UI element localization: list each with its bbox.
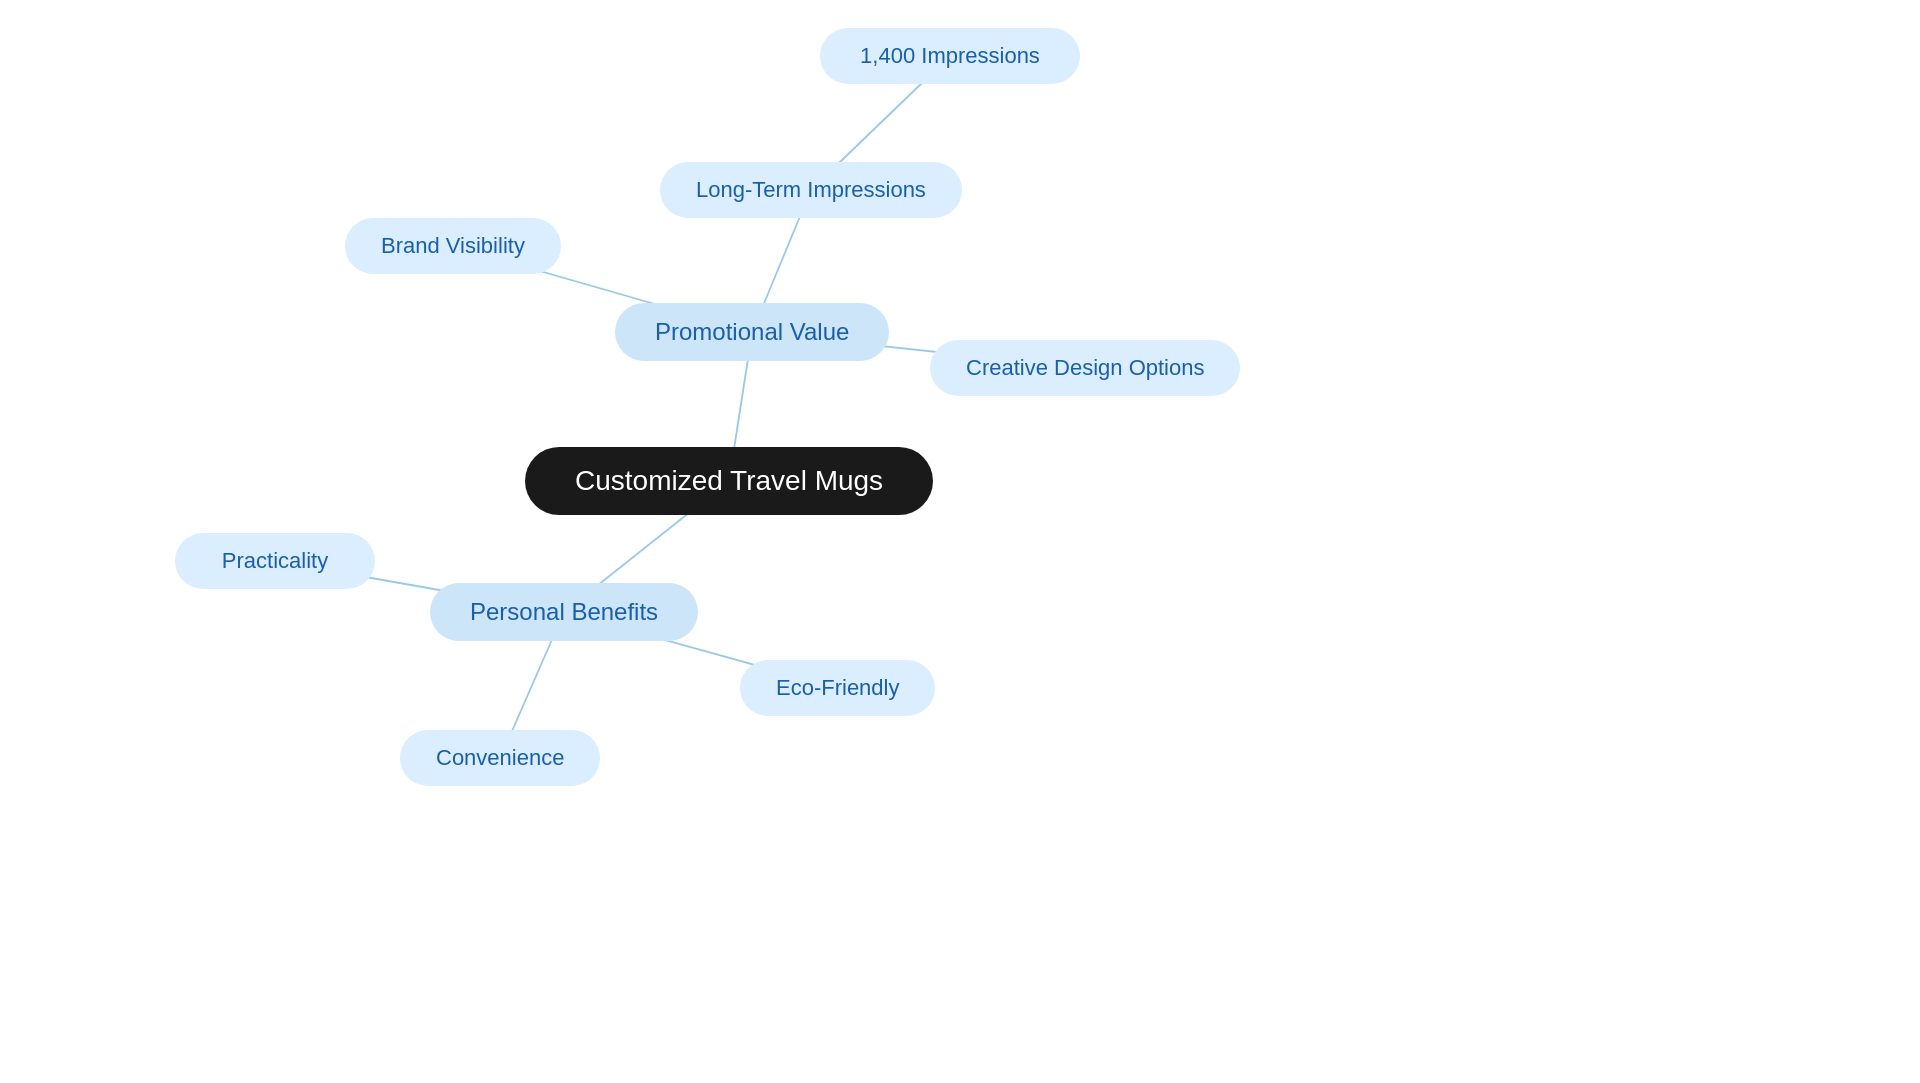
- practicality-node: Practicality: [175, 533, 375, 589]
- eco-friendly-node: Eco-Friendly: [740, 660, 935, 716]
- promotional-value-node: Promotional Value: [615, 303, 889, 361]
- impressions-1400-node: 1,400 Impressions: [820, 28, 1080, 84]
- brand-visibility-node: Brand Visibility: [345, 218, 561, 274]
- center-node: Customized Travel Mugs: [525, 447, 933, 515]
- creative-design-options-node: Creative Design Options: [930, 340, 1240, 396]
- long-term-impressions-node: Long-Term Impressions: [660, 162, 962, 218]
- convenience-node: Convenience: [400, 730, 600, 786]
- personal-benefits-node: Personal Benefits: [430, 583, 698, 641]
